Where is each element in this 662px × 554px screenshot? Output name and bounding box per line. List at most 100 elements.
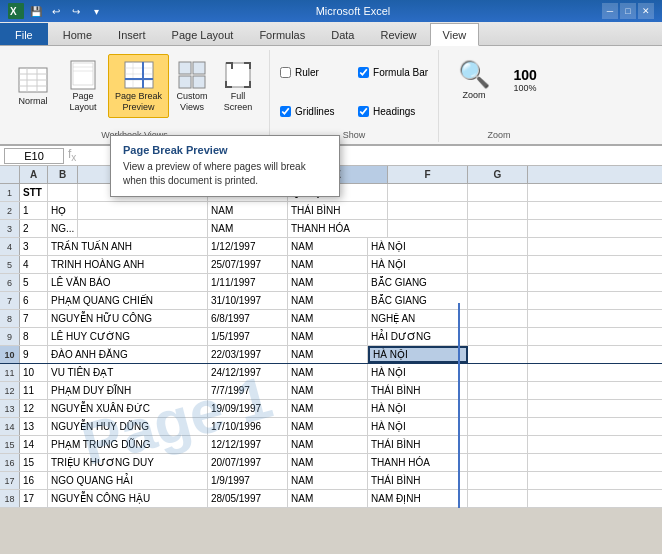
- cell[interactable]: 12: [20, 400, 48, 417]
- save-icon[interactable]: 💾: [28, 3, 44, 19]
- tab-page-layout[interactable]: Page Layout: [159, 23, 247, 45]
- cell[interactable]: 14: [20, 436, 48, 453]
- cell[interactable]: 3: [20, 238, 48, 255]
- cell[interactable]: NAM: [288, 382, 368, 399]
- cell[interactable]: NAM: [288, 490, 368, 507]
- cell[interactable]: [468, 436, 528, 453]
- cell[interactable]: 11: [20, 382, 48, 399]
- col-header-a[interactable]: A: [20, 166, 48, 183]
- cell[interactable]: NAM: [288, 454, 368, 471]
- cell[interactable]: [388, 202, 468, 219]
- cell[interactable]: THANH HÓA: [288, 220, 388, 237]
- cell[interactable]: NAM: [208, 220, 288, 237]
- ruler-checkbox[interactable]: [280, 67, 291, 78]
- cell[interactable]: NGUYỄN XUÂN ĐỨC: [48, 400, 208, 417]
- cell[interactable]: TRẦN TUẤN ANH: [48, 238, 208, 255]
- cell[interactable]: PHẠM QUANG CHIẾN: [48, 292, 208, 309]
- cell[interactable]: TRIỆU KHƯƠNG DUY: [48, 454, 208, 471]
- cell[interactable]: 15: [20, 454, 48, 471]
- maximize-button[interactable]: □: [620, 3, 636, 19]
- page-break-preview-button[interactable]: Page BreakPreview: [108, 54, 169, 118]
- cell[interactable]: HÀ NỘI: [368, 418, 468, 435]
- cell[interactable]: [468, 454, 528, 471]
- tab-review[interactable]: Review: [367, 23, 429, 45]
- cell[interactable]: THÁI BÌNH: [368, 382, 468, 399]
- minimize-button[interactable]: ─: [602, 3, 618, 19]
- cell[interactable]: 8: [20, 328, 48, 345]
- zoom-100-button[interactable]: 100 100%: [503, 54, 547, 99]
- cell[interactable]: [468, 472, 528, 489]
- cell[interactable]: NGO QUANG HẢI: [48, 472, 208, 489]
- formula-bar-checkbox[interactable]: [358, 67, 369, 78]
- cell[interactable]: 17/10/1996: [208, 418, 288, 435]
- cell[interactable]: HẢI DƯƠNG: [368, 328, 468, 345]
- cell[interactable]: [468, 202, 528, 219]
- cell[interactable]: [78, 202, 208, 219]
- cell[interactable]: [468, 346, 528, 363]
- cell[interactable]: HÀ NỘI: [368, 364, 468, 381]
- cell[interactable]: PHẠM TRUNG DŨNG: [48, 436, 208, 453]
- cell[interactable]: NG...: [48, 220, 78, 237]
- cell[interactable]: 7: [20, 310, 48, 327]
- cell[interactable]: 1/5/1997: [208, 328, 288, 345]
- cell[interactable]: THÁI BÌNH: [288, 202, 388, 219]
- cell[interactable]: STT: [20, 184, 48, 201]
- tab-file[interactable]: File: [0, 23, 48, 45]
- cell[interactable]: NAM: [288, 436, 368, 453]
- tab-data[interactable]: Data: [318, 23, 367, 45]
- cell[interactable]: [468, 418, 528, 435]
- cell[interactable]: [388, 220, 468, 237]
- cell[interactable]: HÀ NỘI: [368, 238, 468, 255]
- cell[interactable]: THÁI BÌNH: [368, 472, 468, 489]
- cell[interactable]: [468, 490, 528, 507]
- cell[interactable]: NAM: [288, 328, 368, 345]
- custom-views-button[interactable]: CustomViews: [169, 54, 215, 118]
- cell[interactable]: HỌ: [48, 202, 78, 219]
- cell[interactable]: [468, 184, 528, 201]
- cell[interactable]: PHẠM DUY ĐĨNH: [48, 382, 208, 399]
- cell[interactable]: 1/12/1997: [208, 238, 288, 255]
- title-controls[interactable]: ─ □ ✕: [602, 3, 654, 19]
- cell[interactable]: 10: [20, 364, 48, 381]
- cell[interactable]: NAM: [288, 346, 368, 363]
- cell[interactable]: 20/07/1997: [208, 454, 288, 471]
- cell[interactable]: [468, 220, 528, 237]
- cell[interactable]: NAM: [288, 418, 368, 435]
- col-header-b[interactable]: B: [48, 166, 78, 183]
- cell[interactable]: 6/8/1997: [208, 310, 288, 327]
- cell[interactable]: 17: [20, 490, 48, 507]
- cell[interactable]: 1/11/1997: [208, 274, 288, 291]
- headings-checkbox[interactable]: [358, 106, 369, 117]
- cell[interactable]: NAM ĐỊNH: [368, 490, 468, 507]
- cell[interactable]: BẮC GIANG: [368, 292, 468, 309]
- cell[interactable]: 4: [20, 256, 48, 273]
- quick-access-dropdown[interactable]: ▾: [88, 3, 104, 19]
- close-button[interactable]: ✕: [638, 3, 654, 19]
- cell[interactable]: HÀ NỘI: [368, 256, 468, 273]
- col-header-f[interactable]: F: [388, 166, 468, 183]
- cell[interactable]: NAM: [288, 364, 368, 381]
- cell[interactable]: NAM: [288, 256, 368, 273]
- cell[interactable]: NAM: [288, 310, 368, 327]
- cell[interactable]: 12/12/1997: [208, 436, 288, 453]
- cell[interactable]: [468, 364, 528, 381]
- cell[interactable]: NAM: [288, 400, 368, 417]
- ruler-check[interactable]: Ruler: [280, 54, 350, 91]
- cell[interactable]: TRINH HOÀNG ANH: [48, 256, 208, 273]
- cell[interactable]: [468, 274, 528, 291]
- selected-cell[interactable]: HÀ NỘI: [368, 346, 468, 363]
- cell[interactable]: 2: [20, 220, 48, 237]
- cell[interactable]: 1/9/1997: [208, 472, 288, 489]
- spreadsheet[interactable]: A B C D E F G Page 1 1 STT Giới tính Quê…: [0, 166, 662, 508]
- cell[interactable]: [468, 256, 528, 273]
- full-screen-button[interactable]: FullScreen: [215, 54, 261, 118]
- cell[interactable]: 13: [20, 418, 48, 435]
- cell[interactable]: 6: [20, 292, 48, 309]
- cell[interactable]: NAM: [288, 292, 368, 309]
- tab-insert[interactable]: Insert: [105, 23, 159, 45]
- headings-check[interactable]: Headings: [358, 93, 428, 130]
- cell[interactable]: THÁI BÌNH: [368, 436, 468, 453]
- cell[interactable]: [388, 184, 468, 201]
- cell[interactable]: NAM: [288, 274, 368, 291]
- cell[interactable]: NGUYỄN HUY DŨNG: [48, 418, 208, 435]
